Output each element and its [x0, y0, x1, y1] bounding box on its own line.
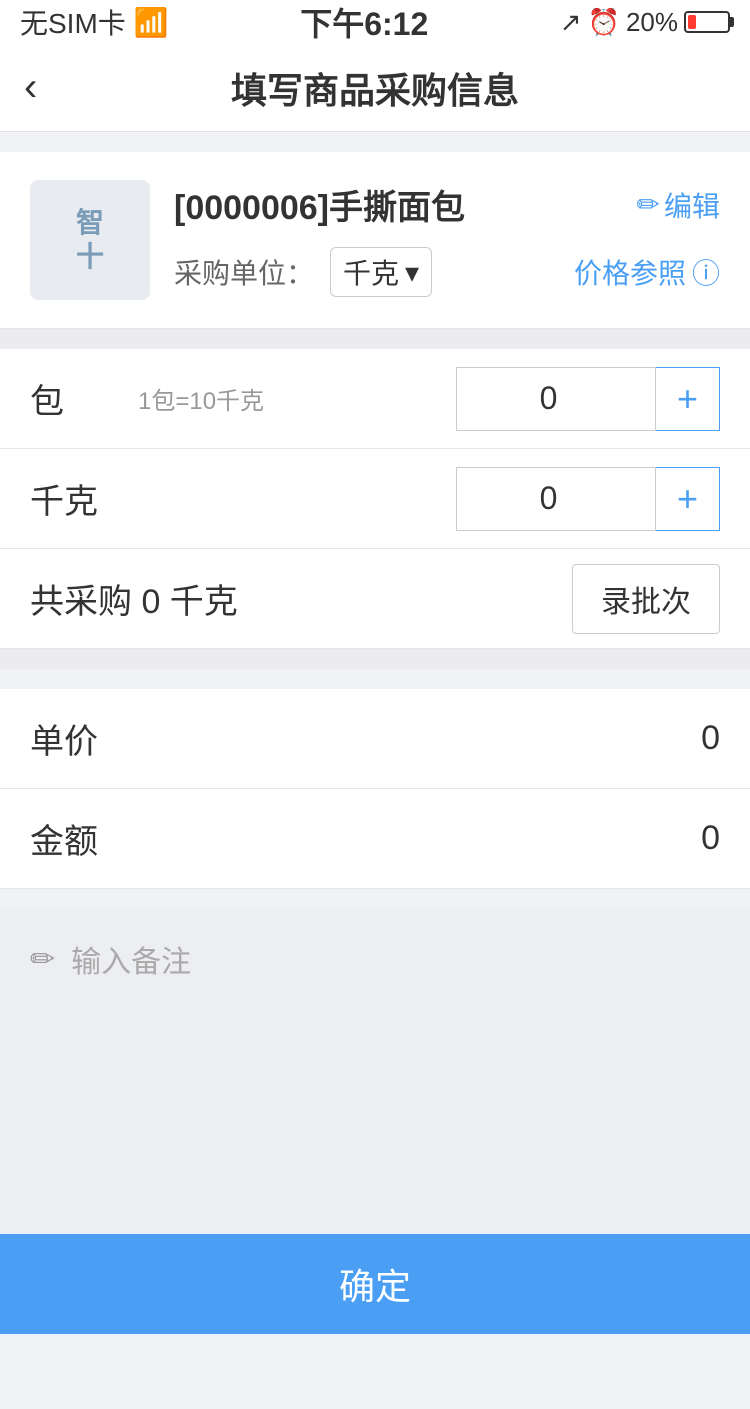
bao-label: 包 [30, 374, 130, 423]
pencil-icon: ✏ [30, 942, 55, 977]
unit-value: 千克 [343, 252, 399, 292]
page-title: 填写商品采购信息 [231, 62, 519, 114]
unit-price-label: 单价 [30, 714, 98, 763]
price-reference-button[interactable]: 价格参照 ⓘ [574, 252, 720, 292]
bao-input-control: + [456, 367, 720, 431]
status-bar: 无SIM卡 📶 下午6:12 ↗ ⏰ 20% [0, 0, 750, 44]
alarm-icon: ⏰ [588, 7, 620, 38]
kg-plus-button[interactable]: + [656, 467, 720, 531]
dropdown-arrow-icon: ▾ [405, 256, 419, 289]
product-image: 智 十 [30, 180, 150, 300]
status-right: ↗ ⏰ 20% [560, 7, 730, 38]
product-info: [0000006]手撕面包 ✏ 编辑 采购单位： 千克 ▾ 价格参照 ⓘ [174, 180, 720, 297]
product-logo: 智 十 [76, 206, 104, 273]
status-left: 无SIM卡 📶 [20, 2, 169, 42]
nav-bar: ‹ 填写商品采购信息 [0, 44, 750, 132]
kg-input-row: 千克 + [0, 449, 750, 549]
bao-plus-button[interactable]: + [656, 367, 720, 431]
battery-percent: 20% [626, 7, 678, 38]
unit-price-value: 0 [701, 719, 720, 758]
batch-button[interactable]: 录批次 [572, 564, 720, 634]
total-row: 共采购 0 千克 录批次 [0, 549, 750, 649]
unit-dropdown[interactable]: 千克 ▾ [330, 247, 432, 297]
edit-button[interactable]: ✏ 编辑 [637, 185, 720, 225]
price-section: 单价 0 金额 0 [0, 689, 750, 889]
section-divider-2 [0, 649, 750, 669]
edit-label: 编辑 [664, 185, 720, 225]
unit-price-row: 单价 0 [0, 689, 750, 789]
wifi-icon: 📶 [134, 6, 169, 39]
bao-input[interactable] [456, 367, 656, 431]
notes-placeholder: 输入备注 [71, 937, 191, 981]
confirm-button[interactable]: 确定 [0, 1234, 750, 1334]
battery-icon [684, 11, 730, 33]
location-icon: ↗ [560, 7, 582, 38]
status-time: 下午6:12 [300, 0, 428, 45]
input-section: 包 1包=10千克 + 千克 + 共采购 0 千克 录批次 [0, 349, 750, 649]
kg-input[interactable] [456, 467, 656, 531]
kg-label: 千克 [30, 474, 130, 523]
info-icon: ⓘ [692, 252, 720, 292]
product-name: [0000006]手撕面包 [174, 180, 465, 229]
section-divider-1 [0, 329, 750, 349]
purchase-unit-label: 采购单位： [174, 252, 314, 292]
amount-row: 金额 0 [0, 789, 750, 889]
back-button[interactable]: ‹ [24, 65, 37, 110]
product-card: 智 十 [0000006]手撕面包 ✏ 编辑 采购单位： 千克 ▾ 价格参照 [0, 152, 750, 329]
carrier-text: 无SIM卡 [20, 2, 126, 42]
notes-section[interactable]: ✏ 输入备注 [0, 909, 750, 1009]
amount-value: 0 [701, 819, 720, 858]
edit-icon: ✏ [637, 188, 660, 221]
total-text: 共采购 0 千克 [30, 574, 238, 623]
bao-hint: 1包=10千克 [138, 381, 264, 416]
kg-input-control: + [456, 467, 720, 531]
price-ref-label: 价格参照 [574, 252, 686, 292]
amount-label: 金额 [30, 814, 98, 863]
bao-input-row: 包 1包=10千克 + [0, 349, 750, 449]
